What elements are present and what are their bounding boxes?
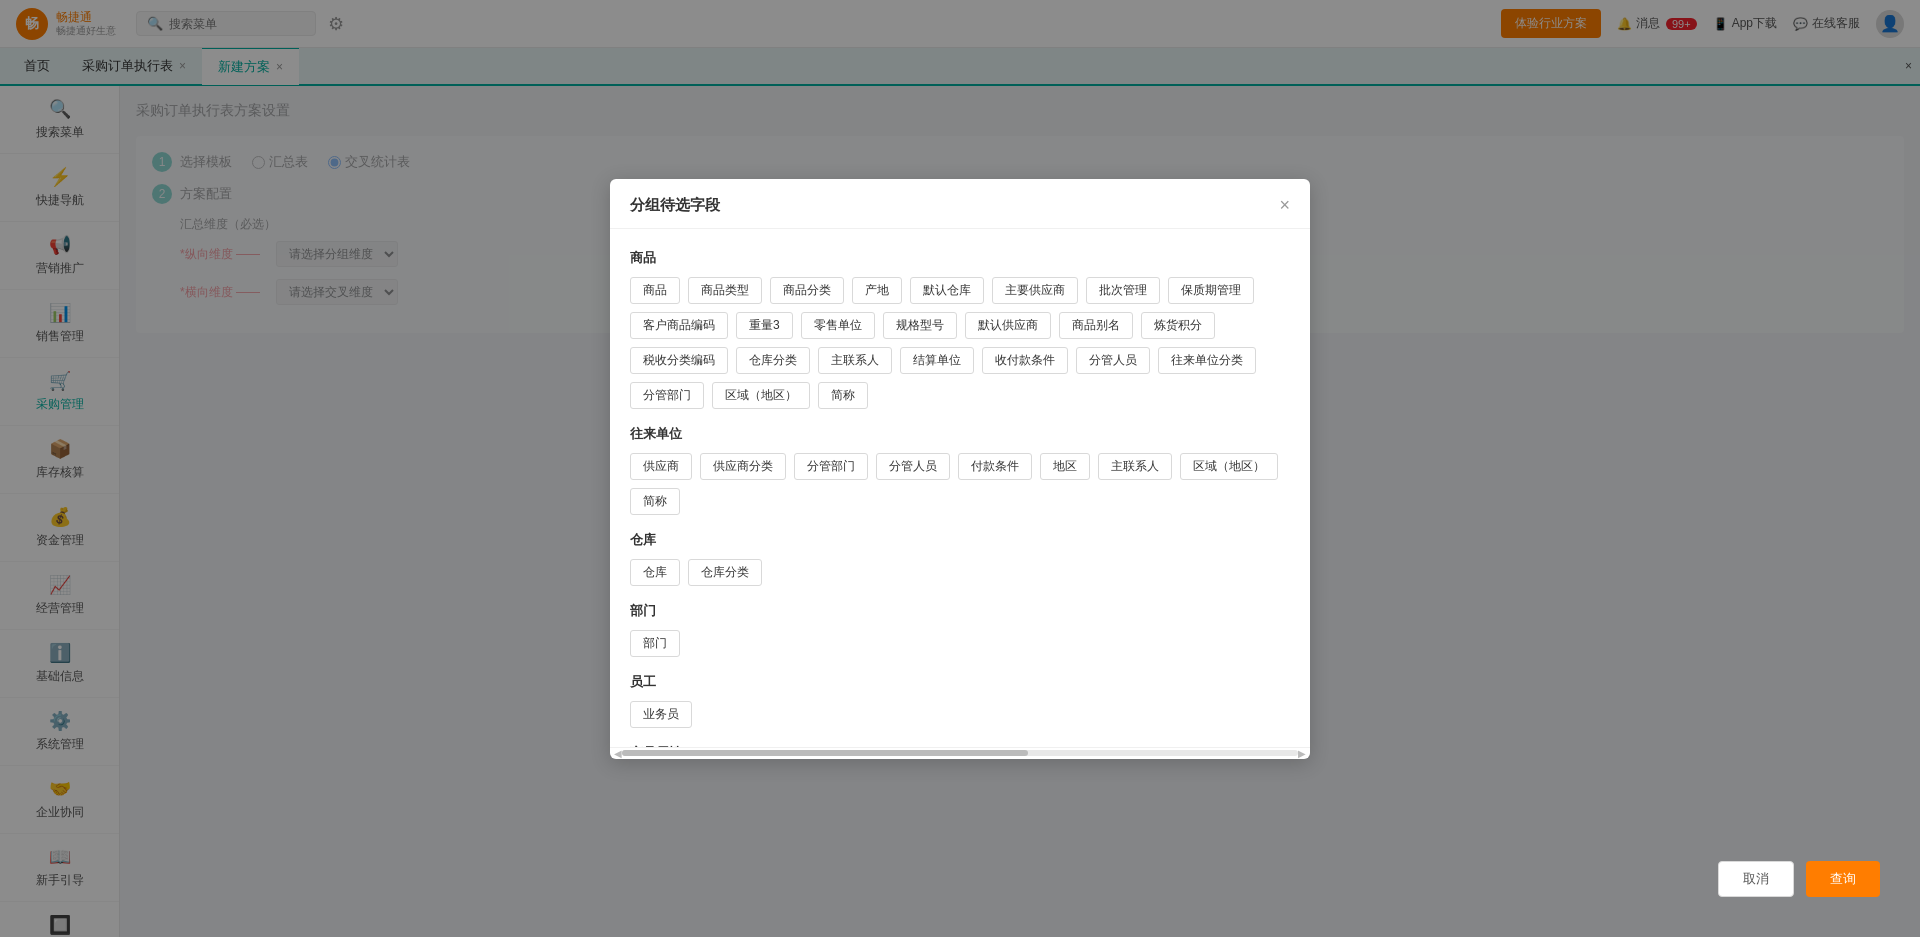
field-main-supplier[interactable]: 主要供应商 <box>992 277 1078 304</box>
section-employee: 员工 业务员 <box>630 673 1290 728</box>
hscroll-bar <box>622 750 1298 756</box>
field-supplier-category[interactable]: 供应商分类 <box>700 453 786 480</box>
field-staff-partners[interactable]: 分管人员 <box>876 453 950 480</box>
field-main-contact[interactable]: 主联系人 <box>818 347 892 374</box>
section-partners-title: 往来单位 <box>630 425 1290 443</box>
field-customer-code[interactable]: 客户商品编码 <box>630 312 728 339</box>
section-department: 部门 部门 <box>630 602 1290 657</box>
field-short-name-partners[interactable]: 简称 <box>630 488 680 515</box>
modal-overlay: 分组待选字段 × 商品 商品 商品类型 商品分类 产地 默认仓库 主要供应商 批… <box>0 0 1920 937</box>
field-product-alias[interactable]: 商品别名 <box>1059 312 1133 339</box>
field-dept[interactable]: 分管部门 <box>630 382 704 409</box>
modal-footer-buttons: 取消 查询 <box>1718 861 1880 897</box>
field-product-type[interactable]: 商品类型 <box>688 277 762 304</box>
field-default-supplier[interactable]: 默认供应商 <box>965 312 1051 339</box>
section-warehouse: 仓库 仓库 仓库分类 <box>630 531 1290 586</box>
cancel-button[interactable]: 取消 <box>1718 861 1794 897</box>
field-spec-model[interactable]: 规格型号 <box>883 312 957 339</box>
field-origin[interactable]: 产地 <box>852 277 902 304</box>
field-region-product[interactable]: 区域（地区） <box>712 382 810 409</box>
modal: 分组待选字段 × 商品 商品 商品类型 商品分类 产地 默认仓库 主要供应商 批… <box>610 179 1310 759</box>
field-product-category[interactable]: 商品分类 <box>770 277 844 304</box>
hscroll-thumb <box>622 750 1028 756</box>
modal-title: 分组待选字段 <box>630 196 720 215</box>
field-warehouse[interactable]: 仓库 <box>630 559 680 586</box>
modal-header: 分组待选字段 × <box>610 179 1310 229</box>
hscroll-left-arrow[interactable]: ◀ <box>614 748 622 759</box>
field-retail-unit[interactable]: 零售单位 <box>801 312 875 339</box>
modal-close-button[interactable]: × <box>1279 195 1290 216</box>
section-warehouse-title: 仓库 <box>630 531 1290 549</box>
field-supervisor[interactable]: 分管人员 <box>1076 347 1150 374</box>
field-grid-employee: 业务员 <box>630 701 1290 728</box>
field-salesperson[interactable]: 业务员 <box>630 701 692 728</box>
field-area[interactable]: 地区 <box>1040 453 1090 480</box>
section-employee-title: 员工 <box>630 673 1290 691</box>
field-grid-partners: 供应商 供应商分类 分管部门 分管人员 付款条件 地区 主联系人 区域（地区） … <box>630 453 1290 515</box>
section-product-title: 商品 <box>630 249 1290 267</box>
field-grid-department: 部门 <box>630 630 1290 657</box>
modal-body: 商品 商品 商品类型 商品分类 产地 默认仓库 主要供应商 批次管理 保质期管理… <box>610 229 1310 747</box>
field-warehouse-category[interactable]: 仓库分类 <box>736 347 810 374</box>
modal-hscroll: ◀ ▶ <box>610 747 1310 759</box>
field-main-contact-partners[interactable]: 主联系人 <box>1098 453 1172 480</box>
section-product: 商品 商品 商品类型 商品分类 产地 默认仓库 主要供应商 批次管理 保质期管理… <box>630 249 1290 409</box>
field-tax-code[interactable]: 税收分类编码 <box>630 347 728 374</box>
field-short-name-product[interactable]: 简称 <box>818 382 868 409</box>
field-region-partners[interactable]: 区域（地区） <box>1180 453 1278 480</box>
field-payment-terms[interactable]: 收付款条件 <box>982 347 1068 374</box>
field-batch-mgmt[interactable]: 批次管理 <box>1086 277 1160 304</box>
field-payment-cond[interactable]: 付款条件 <box>958 453 1032 480</box>
field-default-warehouse[interactable]: 默认仓库 <box>910 277 984 304</box>
hscroll-right-arrow[interactable]: ▶ <box>1298 748 1306 759</box>
section-department-title: 部门 <box>630 602 1290 620</box>
field-warehouse-cat[interactable]: 仓库分类 <box>688 559 762 586</box>
field-shelf-life[interactable]: 保质期管理 <box>1168 277 1254 304</box>
field-department[interactable]: 部门 <box>630 630 680 657</box>
field-supplier[interactable]: 供应商 <box>630 453 692 480</box>
section-partners: 往来单位 供应商 供应商分类 分管部门 分管人员 付款条件 地区 主联系人 区域… <box>630 425 1290 515</box>
field-settlement-unit[interactable]: 结算单位 <box>900 347 974 374</box>
field-weight[interactable]: 重量3 <box>736 312 793 339</box>
field-grid-product: 商品 商品类型 商品分类 产地 默认仓库 主要供应商 批次管理 保质期管理 客户… <box>630 277 1290 409</box>
confirm-button[interactable]: 查询 <box>1806 861 1880 897</box>
field-grid-warehouse: 仓库 仓库分类 <box>630 559 1290 586</box>
field-dept-partners[interactable]: 分管部门 <box>794 453 868 480</box>
field-refined-points[interactable]: 炼货积分 <box>1141 312 1215 339</box>
field-product[interactable]: 商品 <box>630 277 680 304</box>
field-partner-category[interactable]: 往来单位分类 <box>1158 347 1256 374</box>
